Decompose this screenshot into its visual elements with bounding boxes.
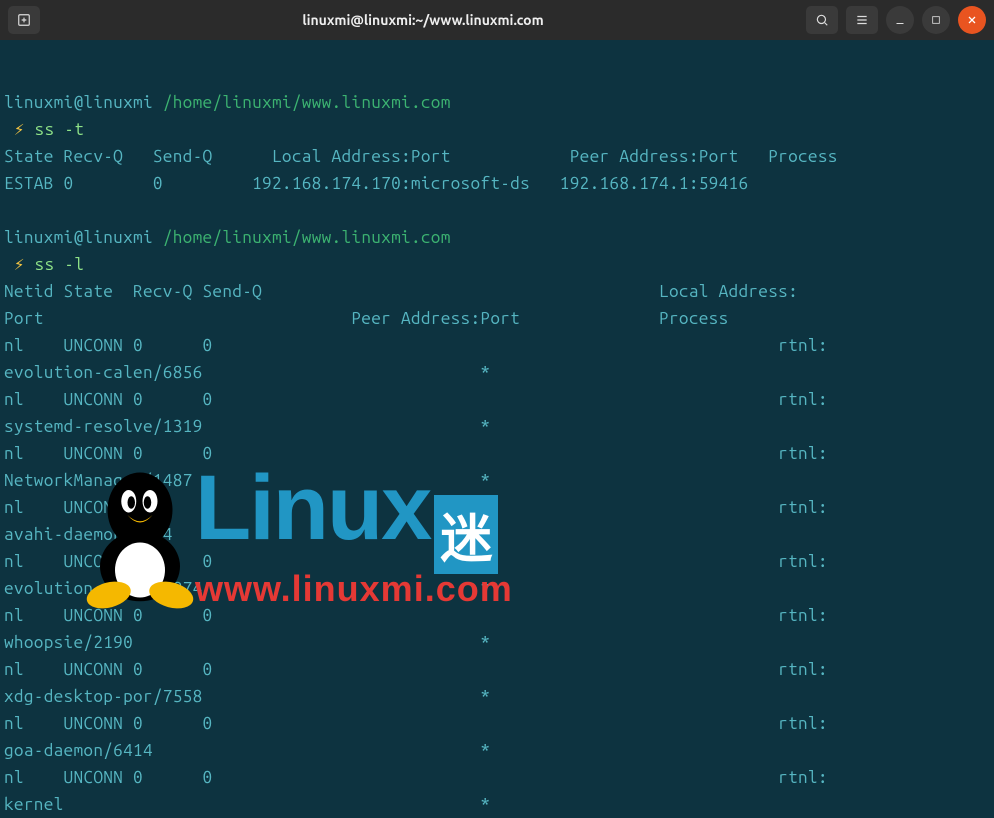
maximize-button[interactable] [922, 6, 950, 34]
prompt-user: linuxmi@linuxmi [4, 93, 153, 112]
command-text: ss -l [35, 255, 85, 274]
window-title: linuxmi@linuxmi:~/www.linuxmi.com [48, 12, 798, 28]
minimize-button[interactable] [886, 6, 914, 34]
search-icon [815, 13, 829, 27]
prompt-path: /home/linuxmi/www.linuxmi.com [163, 93, 451, 112]
menu-button[interactable] [846, 6, 878, 34]
ss-l-header-2: Port Peer Address:Port Process [4, 309, 729, 328]
minimize-icon [894, 14, 906, 26]
ss-l-rows: nl UNCONN 0 0 rtnl: evolution-calen/6856… [4, 336, 828, 814]
hamburger-icon [855, 13, 869, 27]
maximize-icon [931, 15, 941, 25]
terminal-output[interactable]: linuxmi@linuxmi /home/linuxmi/www.linuxm… [0, 40, 994, 818]
ss-t-header: State Recv-Q Send-Q Local Address:Port P… [4, 147, 838, 166]
ss-t-row: ESTAB 0 0 192.168.174.170:microsoft-ds 1… [4, 174, 748, 193]
close-button[interactable] [958, 6, 986, 34]
search-button[interactable] [806, 6, 838, 34]
prompt-path: /home/linuxmi/www.linuxmi.com [163, 228, 451, 247]
ss-l-header-1: Netid State Recv-Q Send-Q Local Address: [4, 282, 798, 301]
prompt-user: linuxmi@linuxmi [4, 228, 153, 247]
command-text: ss -t [35, 120, 85, 139]
lightning-icon: ⚡ [14, 120, 25, 139]
new-tab-button[interactable] [8, 6, 40, 34]
close-icon [966, 14, 978, 26]
titlebar: linuxmi@linuxmi:~/www.linuxmi.com [0, 0, 994, 40]
lightning-icon: ⚡ [14, 255, 25, 274]
